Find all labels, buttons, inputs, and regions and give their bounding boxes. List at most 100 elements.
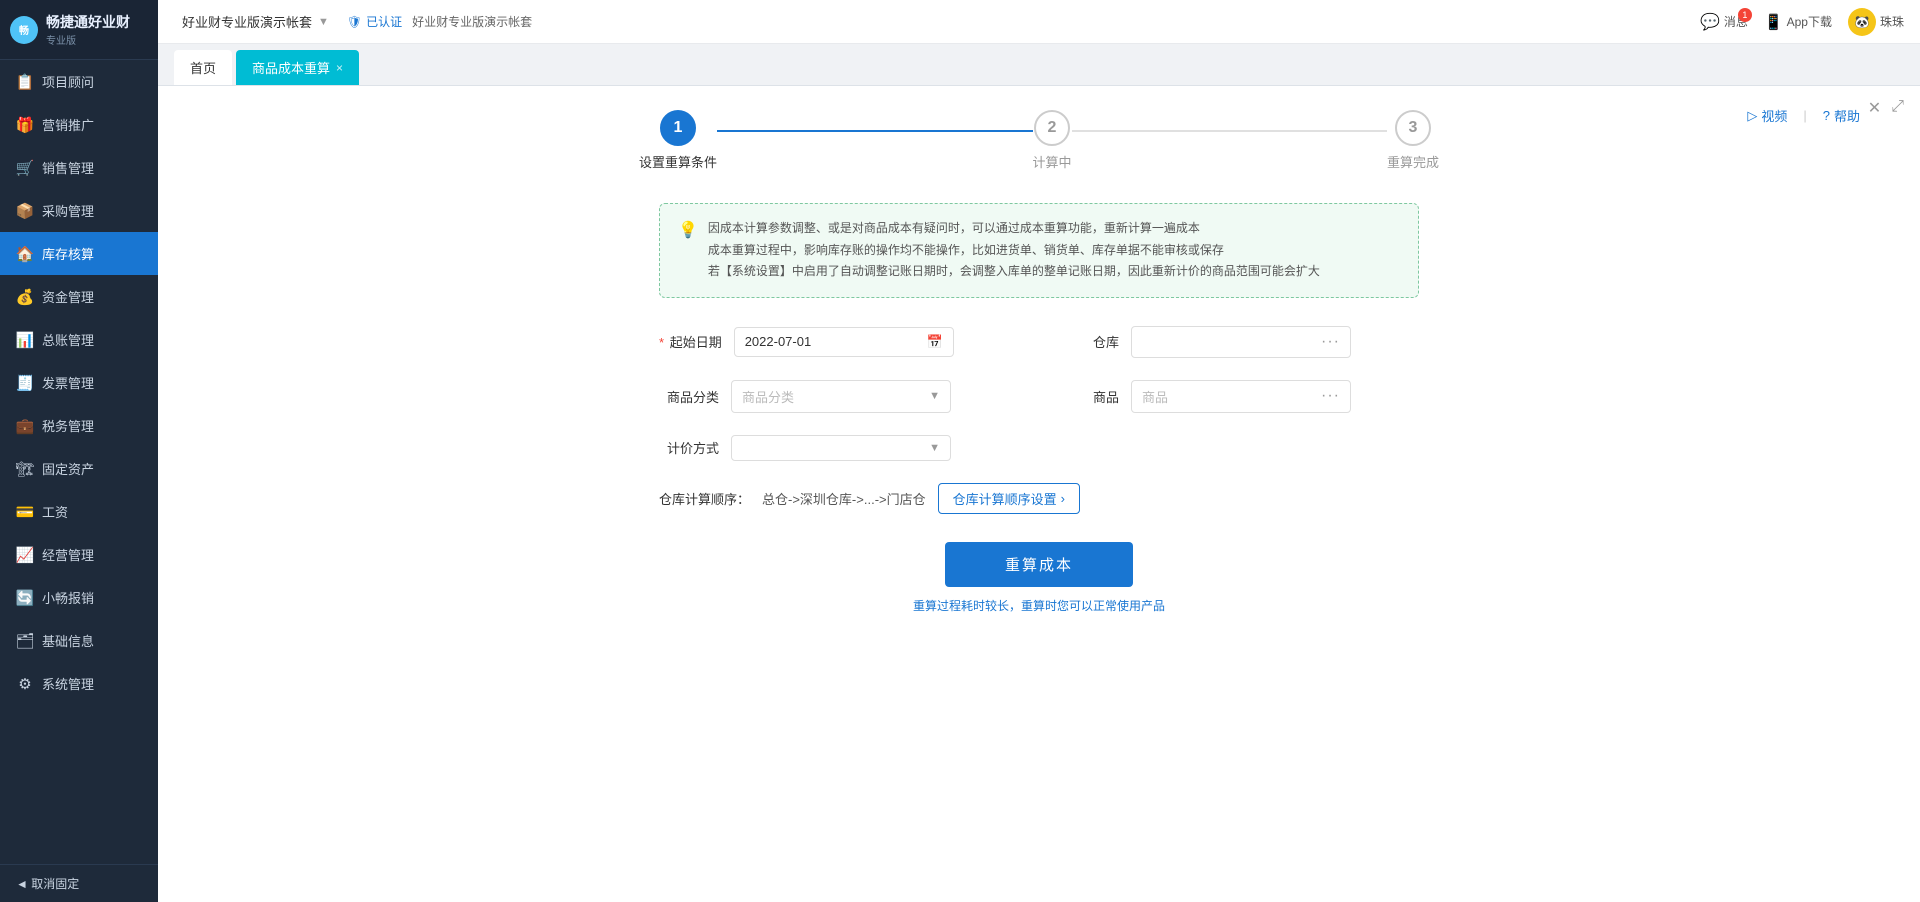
info-line-1: 因成本计算参数调整、或是对商品成本有疑问时，可以通过成本重算功能，重新计算一遍成… bbox=[708, 218, 1320, 240]
step-connector-1 bbox=[717, 130, 1032, 132]
help-icon: ? bbox=[1823, 108, 1830, 123]
product-field: 商品 商品 ··· bbox=[1059, 380, 1419, 413]
calc-order-settings-button[interactable]: 仓库计算顺序设置 › bbox=[938, 483, 1080, 514]
play-icon: ▷ bbox=[1747, 108, 1757, 124]
tab-cost-recalc[interactable]: 商品成本重算 × bbox=[236, 50, 359, 85]
topbar-right: 💬 消息 1 📱 App下载 🐼 珠珠 bbox=[1700, 8, 1904, 36]
sidebar-item-label: 工资 bbox=[42, 502, 68, 521]
topbar: 好业财专业版演示帐套 ▼ 🛡 已认证 好业财专业版演示帐套 💬 消息 1 📱 A… bbox=[158, 0, 1920, 44]
step-3-circle: 3 bbox=[1395, 110, 1431, 146]
step-1-label: 设置重算条件 bbox=[639, 152, 717, 171]
tab-close-icon[interactable]: × bbox=[336, 61, 343, 75]
account-selector[interactable]: 好业财专业版演示帐套 ▼ bbox=[174, 8, 337, 35]
app-download-button[interactable]: 📱 App下载 bbox=[1764, 13, 1832, 31]
sidebar-item-label: 小畅报销 bbox=[42, 588, 94, 607]
sidebar-item-label: 营销推广 bbox=[42, 115, 94, 134]
sidebar-item-accounting[interactable]: 📊 总账管理 bbox=[0, 318, 158, 361]
app-edition: 专业版 bbox=[46, 32, 130, 47]
sidebar-item-finance[interactable]: 💰 资金管理 bbox=[0, 275, 158, 318]
sidebar-item-label: 发票管理 bbox=[42, 373, 94, 392]
verified-text: 已认证 bbox=[366, 13, 402, 30]
sidebar-item-inventory[interactable]: 🏠 库存核算 bbox=[0, 232, 158, 275]
calc-order-btn-label: 仓库计算顺序设置 bbox=[953, 489, 1057, 508]
sidebar-item-label: 项目顾问 bbox=[42, 72, 94, 91]
sidebar-item-label: 经营管理 bbox=[42, 545, 94, 564]
close-window-button[interactable]: ✕ bbox=[1868, 98, 1881, 118]
help-link[interactable]: ? 帮助 bbox=[1823, 106, 1860, 125]
sidebar-item-ops[interactable]: 📈 经营管理 bbox=[0, 533, 158, 576]
message-button[interactable]: 💬 消息 1 bbox=[1700, 12, 1748, 32]
category-label: 商品分类 bbox=[659, 387, 719, 406]
warehouse-input[interactable]: ··· bbox=[1131, 326, 1351, 358]
notification-count: 1 bbox=[1738, 8, 1752, 22]
calendar-icon[interactable]: 📅 bbox=[927, 334, 943, 350]
sidebar-item-expense[interactable]: 🔄 小畅报销 bbox=[0, 576, 158, 619]
sidebar-item-label: 销售管理 bbox=[42, 158, 94, 177]
sales-icon: 🛒 bbox=[16, 159, 34, 177]
category-dropdown-icon[interactable]: ▼ bbox=[929, 390, 940, 402]
user-menu[interactable]: 🐼 珠珠 bbox=[1848, 8, 1904, 36]
sidebar-item-sales[interactable]: 🛒 销售管理 bbox=[0, 146, 158, 189]
sidebar-item-label: 总账管理 bbox=[42, 330, 94, 349]
start-date-input[interactable]: 2022-07-01 📅 bbox=[734, 327, 954, 357]
purchase-icon: 📦 bbox=[16, 202, 34, 220]
app-logo: 畅 bbox=[10, 16, 38, 44]
sidebar-nav: 📋 项目顾问 🎁 营销推广 🛒 销售管理 📦 采购管理 🏠 库存核算 💰 资金管… bbox=[0, 60, 158, 864]
category-input[interactable]: 商品分类 ▼ bbox=[731, 380, 951, 413]
warehouse-field: 仓库 ··· bbox=[1059, 326, 1419, 358]
sidebar-item-assets[interactable]: 🏗 固定资产 bbox=[0, 447, 158, 490]
sidebar-item-tax[interactable]: 💼 税务管理 bbox=[0, 404, 158, 447]
sidebar-item-system[interactable]: ⚙ 系统管理 bbox=[0, 662, 158, 705]
step-2-label: 计算中 bbox=[1033, 152, 1072, 171]
sidebar-item-project[interactable]: 📋 项目顾问 bbox=[0, 60, 158, 103]
price-method-label: 计价方式 bbox=[659, 438, 719, 457]
sidebar-item-label: 固定资产 bbox=[42, 459, 94, 478]
tab-home[interactable]: 首页 bbox=[174, 50, 232, 85]
sidebar-item-label: 库存核算 bbox=[42, 244, 94, 263]
sidebar-item-purchase[interactable]: 📦 采购管理 bbox=[0, 189, 158, 232]
product-input[interactable]: 商品 ··· bbox=[1131, 380, 1351, 413]
video-label: 视频 bbox=[1761, 106, 1787, 125]
invoice-icon: 🧾 bbox=[16, 374, 34, 392]
phone-icon: 📱 bbox=[1764, 13, 1783, 31]
dropdown-chevron-icon: ▼ bbox=[318, 16, 329, 28]
assets-icon: 🏗 bbox=[16, 460, 34, 478]
price-method-input[interactable]: ▼ bbox=[731, 435, 951, 461]
recalc-button[interactable]: 重算成本 bbox=[945, 542, 1133, 587]
step-3-label: 重算完成 bbox=[1387, 152, 1439, 171]
sidebar-item-marketing[interactable]: 🎁 营销推广 bbox=[0, 103, 158, 146]
step-2: 2 计算中 bbox=[1033, 110, 1072, 171]
tab-home-label: 首页 bbox=[190, 58, 216, 77]
main-content: 好业财专业版演示帐套 ▼ 🛡 已认证 好业财专业版演示帐套 💬 消息 1 📱 A… bbox=[158, 0, 1920, 902]
price-method-dropdown-icon[interactable]: ▼ bbox=[929, 442, 940, 454]
start-date-field: * 起始日期 2022-07-01 📅 bbox=[659, 327, 1019, 357]
sidebar-item-salary[interactable]: 💳 工资 bbox=[0, 490, 158, 533]
info-line-2: 成本重算过程中，影响库存账的操作均不能操作，比如进货单、销货单、库存单据不能审核… bbox=[708, 240, 1320, 262]
step-3: 3 重算完成 bbox=[1387, 110, 1439, 171]
form-row-1: * 起始日期 2022-07-01 📅 仓库 ··· bbox=[659, 326, 1419, 358]
shield-icon: 🛡 bbox=[347, 15, 362, 29]
info-text: 因成本计算参数调整、或是对商品成本有疑问时，可以通过成本重算功能，重新计算一遍成… bbox=[708, 218, 1320, 283]
expense-icon: 🔄 bbox=[16, 589, 34, 607]
help-label: 帮助 bbox=[1834, 106, 1860, 125]
sidebar-item-basic[interactable]: 🗂 基础信息 bbox=[0, 619, 158, 662]
sidebar-unpin-button[interactable]: ◄ 取消固定 bbox=[0, 864, 158, 902]
avatar: 🐼 bbox=[1848, 8, 1876, 36]
video-link[interactable]: ▷ 视频 bbox=[1747, 106, 1787, 125]
step-1: 1 设置重算条件 bbox=[639, 110, 717, 171]
user-name: 珠珠 bbox=[1880, 13, 1904, 30]
warehouse-more-button[interactable]: ··· bbox=[1321, 333, 1340, 351]
accounting-icon: 📊 bbox=[16, 331, 34, 349]
unpin-label: ◄ 取消固定 bbox=[16, 875, 79, 892]
expand-window-button[interactable]: ⤢ bbox=[1891, 98, 1904, 118]
ops-icon: 📈 bbox=[16, 546, 34, 564]
sidebar-item-invoice[interactable]: 🧾 发票管理 bbox=[0, 361, 158, 404]
app-name: 畅捷通好业财 bbox=[46, 12, 130, 32]
sidebar-item-label: 采购管理 bbox=[42, 201, 94, 220]
app-download-label: App下载 bbox=[1787, 13, 1832, 30]
form-row-2: 商品分类 商品分类 ▼ 商品 商品 ··· bbox=[659, 380, 1419, 413]
project-icon: 📋 bbox=[16, 73, 34, 91]
product-more-button[interactable]: ··· bbox=[1321, 387, 1340, 405]
step-1-circle: 1 bbox=[660, 110, 696, 146]
account-selector-label: 好业财专业版演示帐套 bbox=[182, 12, 312, 31]
